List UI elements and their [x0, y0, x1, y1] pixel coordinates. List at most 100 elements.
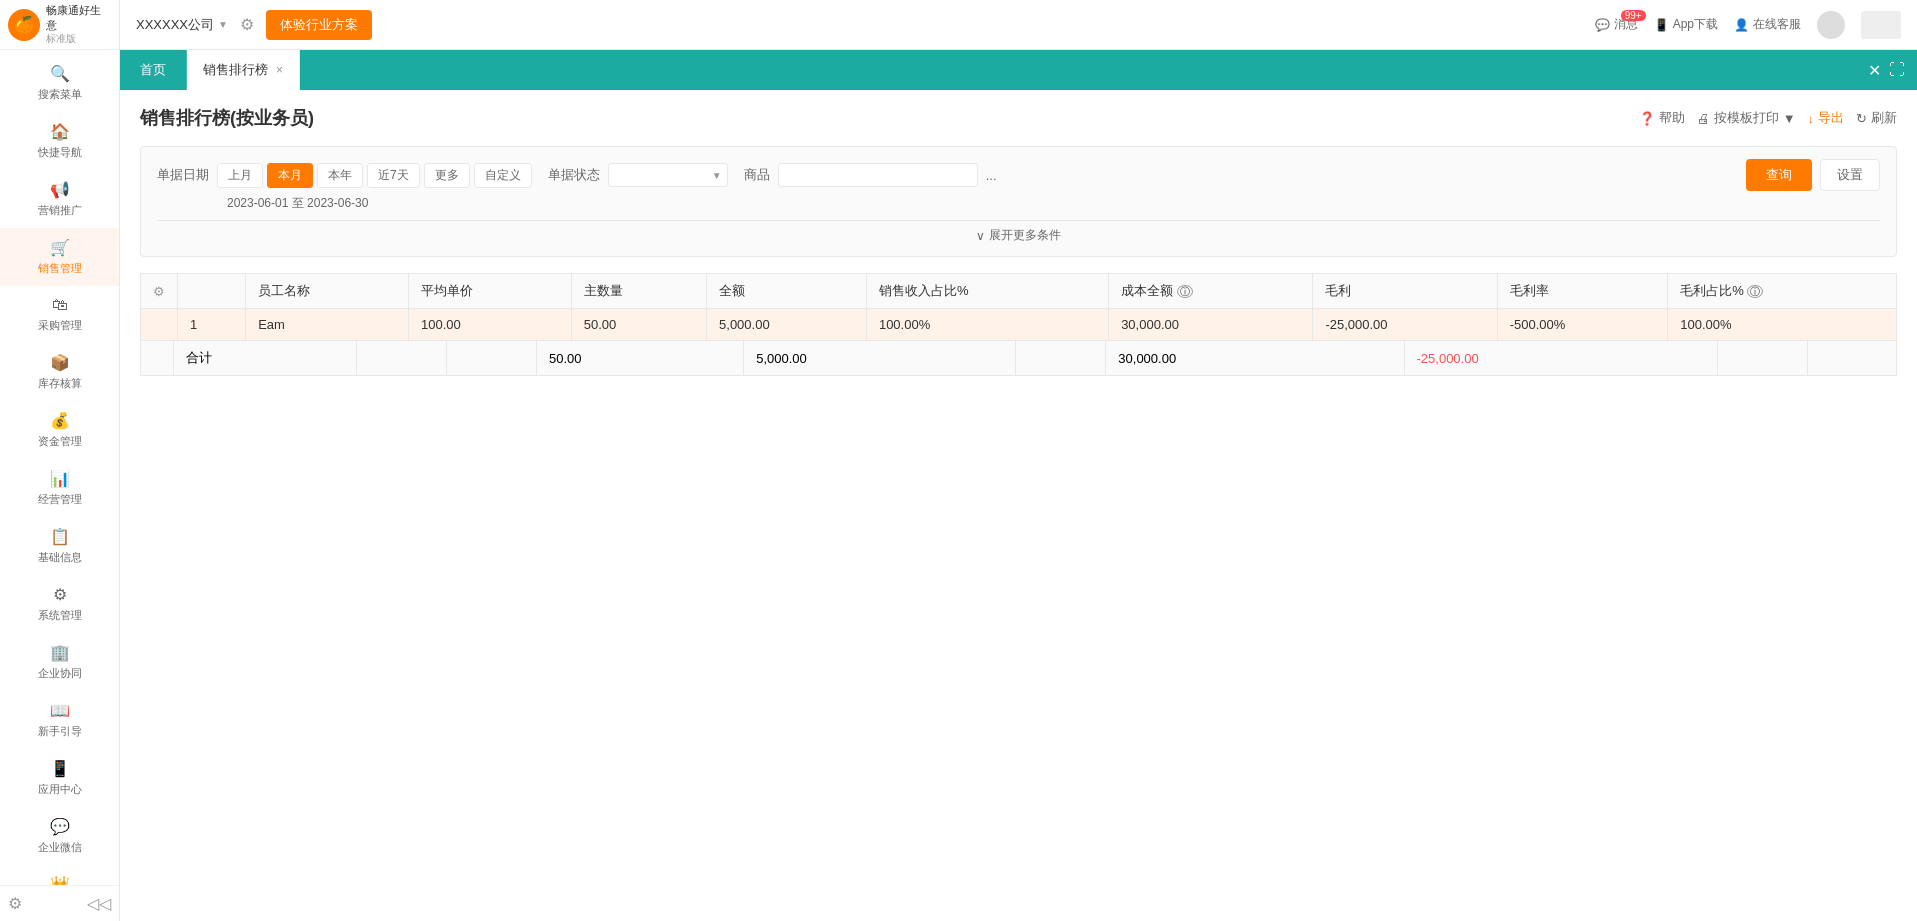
sidebar-item-operations[interactable]: 📊 经营管理 [0, 459, 119, 517]
member-icon: 👑 [50, 875, 70, 885]
sidebar-item-label: 销售管理 [38, 261, 82, 276]
footer-cell-gross-rate [1718, 341, 1808, 375]
sidebar-item-enterprise[interactable]: 🏢 企业协同 [0, 633, 119, 691]
message-button[interactable]: 💬 消息 99+ [1595, 16, 1638, 33]
col-header-gross: 毛利 [1313, 274, 1497, 309]
goods-more-icon[interactable]: ... [986, 168, 997, 183]
goods-input[interactable] [778, 163, 978, 187]
print-dropdown-icon: ▼ [1783, 111, 1796, 126]
footer-table: 合计 50.00 5,000.00 30,000.00 -25,000.00 [141, 341, 1896, 375]
expand-label: 展开更多条件 [989, 227, 1061, 244]
row-settings-cell [141, 309, 178, 341]
search-icon: 🔍 [50, 64, 70, 83]
footer-cell-gross: -25,000.00 [1404, 341, 1718, 375]
sidebar-item-guide[interactable]: 📖 新手引导 [0, 691, 119, 749]
sidebar-item-purchase[interactable]: 🛍 采购管理 [0, 286, 119, 343]
refresh-button[interactable]: ↻ 刷新 [1856, 109, 1897, 127]
col-header-avg-price: 平均单价 [408, 274, 571, 309]
cost-info-icon[interactable]: ⓘ [1177, 285, 1193, 298]
sidebar-item-label: 企业协同 [38, 666, 82, 681]
print-button[interactable]: 🖨 按模板打印 ▼ [1697, 109, 1796, 127]
col-header-gross-pct: 毛利占比% ⓘ [1668, 274, 1897, 309]
sidebar-item-search[interactable]: 🔍 搜索菜单 [0, 54, 119, 112]
status-select[interactable] [608, 163, 728, 187]
sidebar-item-marketing[interactable]: 📢 营销推广 [0, 170, 119, 228]
sidebar-item-quick[interactable]: 🏠 快捷导航 [0, 112, 119, 170]
quick-icon: 🏠 [50, 122, 70, 141]
table-settings-gear-icon[interactable]: ⚙ [153, 284, 165, 299]
date-filter-group: 上月 本月 本年 近7天 更多 自定义 [217, 163, 532, 188]
tab-close-icon[interactable]: × [276, 63, 283, 77]
col-header-index [178, 274, 246, 309]
settings-icon[interactable]: ⚙ [8, 894, 22, 913]
sidebar-nav: 🔍 搜索菜单 🏠 快捷导航 📢 营销推广 🛒 销售管理 🛍 采购管理 📦 库存核… [0, 50, 119, 885]
sidebar-item-basic[interactable]: 📋 基础信息 [0, 517, 119, 575]
user-avatar[interactable] [1817, 11, 1845, 39]
help-icon: ❓ [1639, 111, 1655, 126]
filter-action-buttons: 查询 设置 [1746, 159, 1880, 191]
sidebar: 🍊 畅康通好生意 标准版 🔍 搜索菜单 🏠 快捷导航 📢 营销推广 🛒 销售管理… [0, 0, 120, 921]
period-month-button[interactable]: 本月 [267, 163, 313, 188]
period-year-button[interactable]: 本年 [317, 163, 363, 188]
date-filter-label: 单据日期 [157, 166, 209, 184]
table-footer: 合计 50.00 5,000.00 30,000.00 -25,000.00 [140, 341, 1897, 376]
topbar: XXXXXX公司 ▼ ⚙ 体验行业方案 💬 消息 99+ 📱 App下载 👤 在… [120, 0, 1917, 50]
filter-bar: 单据日期 上月 本月 本年 近7天 更多 自定义 单据状态 [140, 146, 1897, 257]
tab-home[interactable]: 首页 [120, 50, 187, 90]
footer-cell-cost: 30,000.00 [1106, 341, 1404, 375]
sidebar-item-label: 快捷导航 [38, 145, 82, 160]
tab-sales-ranking[interactable]: 销售排行榜 × [187, 50, 300, 90]
sidebar-item-inventory[interactable]: 📦 库存核算 [0, 343, 119, 401]
filter-settings-button[interactable]: 设置 [1820, 159, 1880, 191]
col-header-quantity: 主数量 [571, 274, 706, 309]
sidebar-item-apps[interactable]: 📱 应用中心 [0, 749, 119, 807]
topbar-gear-icon[interactable]: ⚙ [240, 15, 254, 34]
expand-more-button[interactable]: ∨ 展开更多条件 [157, 220, 1880, 244]
goods-filter-label: 商品 [744, 166, 770, 184]
sidebar-item-label: 企业微信 [38, 840, 82, 855]
trial-button[interactable]: 体验行业方案 [266, 10, 372, 40]
operations-icon: 📊 [50, 469, 70, 488]
period-more-button[interactable]: 更多 [424, 163, 470, 188]
sidebar-item-wechat[interactable]: 💬 企业微信 [0, 807, 119, 865]
sidebar-item-label: 新手引导 [38, 724, 82, 739]
sales-icon: 🛒 [50, 238, 70, 257]
finance-icon: 💰 [50, 411, 70, 430]
gross-pct-info-icon[interactable]: ⓘ [1747, 285, 1763, 298]
period-7days-button[interactable]: 近7天 [367, 163, 420, 188]
sidebar-item-member[interactable]: 👑 畅会员 [0, 865, 119, 885]
col-header-sales-pct: 销售收入占比% [866, 274, 1108, 309]
close-window-button[interactable]: ✕ [1868, 61, 1881, 80]
query-button[interactable]: 查询 [1746, 159, 1812, 191]
company-name: XXXXXX公司 [136, 16, 214, 34]
sidebar-item-label: 经营管理 [38, 492, 82, 507]
service-label: 在线客服 [1753, 16, 1801, 33]
system-icon: ⚙ [53, 585, 67, 604]
export-button[interactable]: ↓ 导出 [1808, 109, 1845, 127]
company-selector[interactable]: XXXXXX公司 ▼ [136, 16, 228, 34]
period-custom-button[interactable]: 自定义 [474, 163, 532, 188]
sidebar-item-sales[interactable]: 🛒 销售管理 [0, 228, 119, 286]
app-download-button[interactable]: 📱 App下载 [1654, 16, 1718, 33]
collapse-icon[interactable]: ◁◁ [87, 894, 111, 913]
user-name-placeholder[interactable] [1861, 11, 1901, 39]
sidebar-item-label: 基础信息 [38, 550, 82, 565]
row-avg-price: 100.00 [408, 309, 571, 341]
tab-home-label: 首页 [140, 61, 166, 79]
maximize-button[interactable]: ⛶ [1889, 61, 1905, 79]
footer-cell-quantity: 50.00 [537, 341, 744, 375]
purchase-icon: 🛍 [52, 296, 68, 314]
table-header: ⚙ 员工名称 平均单价 主数量 全额 销售收入占比% 成本全额 ⓘ 毛利 毛利率… [141, 274, 1897, 309]
page-title: 销售排行榜(按业务员) [140, 106, 314, 130]
company-dropdown-icon: ▼ [218, 19, 228, 30]
online-service-button[interactable]: 👤 在线客服 [1734, 16, 1801, 33]
sidebar-item-system[interactable]: ⚙ 系统管理 [0, 575, 119, 633]
help-button[interactable]: ❓ 帮助 [1639, 109, 1685, 127]
period-prev-button[interactable]: 上月 [217, 163, 263, 188]
row-quantity: 50.00 [571, 309, 706, 341]
wechat-icon: 💬 [50, 817, 70, 836]
col-header-gross-rate: 毛利率 [1497, 274, 1668, 309]
sidebar-item-finance[interactable]: 💰 资金管理 [0, 401, 119, 459]
status-select-wrapper: ▼ [608, 163, 728, 187]
col-header-cost: 成本全额 ⓘ [1109, 274, 1313, 309]
